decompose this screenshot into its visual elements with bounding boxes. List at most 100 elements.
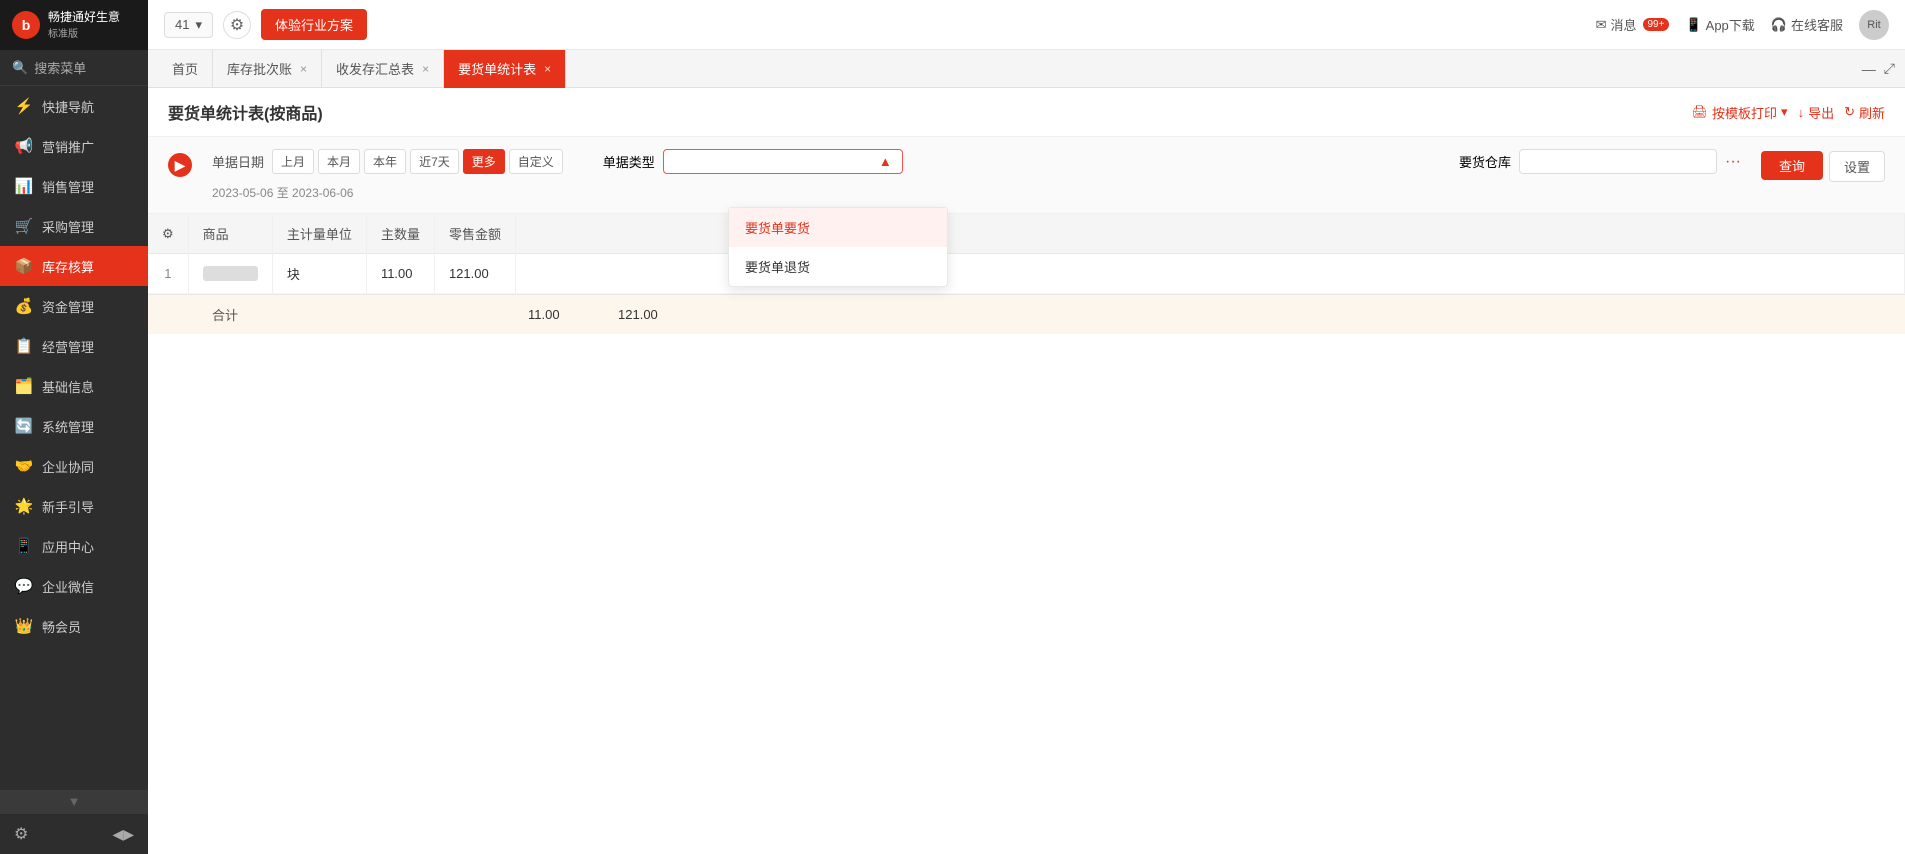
tab-receivable-summary-close[interactable]: ×	[422, 62, 429, 76]
headset-icon: 🎧	[1771, 17, 1787, 33]
nav-label-quick-nav: 快捷导航	[42, 97, 94, 116]
product-blurred: ██████	[203, 266, 258, 281]
table-row: 1 ██████ 块 11.00 121.00	[148, 254, 1905, 294]
nav-label-operation: 经营管理	[42, 337, 94, 356]
industry-btn[interactable]: 体验行业方案	[261, 9, 367, 40]
sidebar-scroll-down[interactable]: ▼	[0, 790, 148, 813]
nav-label-appstore: 应用中心	[42, 537, 94, 556]
last-7days-btn[interactable]: 近7天	[410, 149, 459, 174]
this-year-btn[interactable]: 本年	[364, 149, 406, 174]
nav-label-system: 系统管理	[42, 417, 94, 436]
tab-order-summary-close[interactable]: ×	[544, 62, 551, 76]
nav-icon-operation: 📋	[14, 336, 34, 356]
gear-button[interactable]: ⚙	[223, 11, 251, 39]
table-container: ⚙ 商品 主计量单位 主数量 零售金额 1 ██████ 块 11.00 121…	[148, 214, 1905, 294]
warehouse-filter-group: 要货仓库 ···	[1459, 149, 1741, 174]
sidebar-item-wechat[interactable]: 💬 企业微信	[0, 566, 148, 606]
refresh-btn[interactable]: ↻ 刷新	[1844, 103, 1885, 122]
custom-date-btn[interactable]: 自定义	[509, 149, 563, 174]
app-download-label: App下载	[1706, 15, 1755, 34]
sidebar-item-marketing[interactable]: 📢 营销推广	[0, 126, 148, 166]
tab-inventory-batch-close[interactable]: ×	[300, 62, 307, 76]
main-area: 41 ▾ ⚙ 体验行业方案 ✉ 消息 99+ 📱 App下载 🎧 在线客服	[148, 0, 1905, 854]
logo-title: 畅捷通好生意	[48, 10, 120, 26]
cell-amount: 121.00	[434, 254, 515, 294]
export-btn[interactable]: ↓ 导出	[1798, 103, 1835, 122]
type-filter-label: 单据类型	[603, 152, 655, 171]
sidebar-item-enterprise[interactable]: 🤝 企业协同	[0, 446, 148, 486]
store-selector[interactable]: 41 ▾	[164, 12, 213, 38]
tabs-minimize-icon[interactable]: —	[1862, 61, 1876, 77]
tab-receivable-summary-label: 收发存汇总表	[336, 59, 414, 78]
nav-icon-appstore: 📱	[14, 536, 34, 556]
sidebar-item-finance[interactable]: 💰 资金管理	[0, 286, 148, 326]
sidebar: b 畅捷通好生意 标准版 🔍 搜索菜单 ⚡ 快捷导航 📢 营销推广 📊 销售管理…	[0, 0, 148, 854]
sidebar-item-operation[interactable]: 📋 经营管理	[0, 326, 148, 366]
filter-action-btns: 查询 设置	[1761, 149, 1885, 182]
export-icon: ↓	[1798, 105, 1805, 120]
print-dropdown-icon: ▾	[1781, 104, 1788, 120]
sidebar-item-sales[interactable]: 📊 销售管理	[0, 166, 148, 206]
app-download-button[interactable]: 📱 App下载	[1685, 15, 1754, 34]
tab-inventory-batch[interactable]: 库存批次账 ×	[213, 50, 322, 88]
set-btn[interactable]: 设置	[1829, 151, 1885, 182]
logo-icon: b	[12, 11, 40, 39]
warehouse-input[interactable]	[1519, 149, 1717, 174]
sidebar-bottom: ⚙ ◀▶	[0, 813, 148, 854]
tabs-expand-icon[interactable]: ⤢	[1884, 60, 1895, 77]
message-icon: ✉	[1596, 17, 1607, 33]
total-quantity: 11.00	[528, 307, 608, 322]
tab-home[interactable]: 首页	[158, 50, 213, 88]
sidebar-item-appstore[interactable]: 📱 应用中心	[0, 526, 148, 566]
nav-icon-sales: 📊	[14, 176, 34, 196]
col-product: 商品	[188, 214, 272, 254]
page-content: 要货单统计表(按商品) 🖨 按模板打印 ▾ ↓ 导出 ↻ 刷新 ▶	[148, 88, 1905, 854]
nav-icon-basic: 🗂️	[14, 376, 34, 396]
nav-label-wechat: 企业微信	[42, 577, 94, 596]
dropdown-item-yaohuo[interactable]: 要货单要货	[729, 208, 947, 247]
cell-product: ██████	[188, 254, 272, 294]
print-template-btn[interactable]: 🖨 按模板打印 ▾	[1692, 103, 1788, 122]
query-btn[interactable]: 查询	[1761, 151, 1823, 180]
cell-extra	[515, 254, 1904, 294]
cell-quantity: 11.00	[366, 254, 434, 294]
nav-label-purchase: 采购管理	[42, 217, 94, 236]
tab-home-label: 首页	[172, 59, 198, 78]
online-service-button[interactable]: 🎧 在线客服	[1771, 15, 1843, 34]
sidebar-item-members[interactable]: 👑 畅会员	[0, 606, 148, 646]
sidebar-item-purchase[interactable]: 🛒 采购管理	[0, 206, 148, 246]
user-avatar[interactable]: Rit	[1859, 10, 1889, 40]
type-chevron-icon: ▲	[879, 154, 892, 169]
type-dropdown[interactable]: ▲	[663, 149, 903, 174]
sidebar-item-quick-nav[interactable]: ⚡ 快捷导航	[0, 86, 148, 126]
collapse-icon[interactable]: ◀▶	[112, 826, 134, 843]
sidebar-item-newbie[interactable]: 🌟 新手引导	[0, 486, 148, 526]
sidebar-item-basic[interactable]: 🗂️ 基础信息	[0, 366, 148, 406]
tab-receivable-summary[interactable]: 收发存汇总表 ×	[322, 50, 444, 88]
settings-icon[interactable]: ⚙	[14, 824, 28, 844]
date-filter-group: 单据日期 上月 本月 本年 近7天 更多 自定义	[212, 149, 563, 174]
sidebar-item-system[interactable]: 🔄 系统管理	[0, 406, 148, 446]
this-month-btn[interactable]: 本月	[318, 149, 360, 174]
last-month-btn[interactable]: 上月	[272, 149, 314, 174]
filter-expand-btn[interactable]: ▶	[168, 153, 192, 177]
col-extra	[515, 214, 1904, 254]
nav-icon-purchase: 🛒	[14, 216, 34, 236]
col-settings[interactable]: ⚙	[148, 214, 188, 254]
total-label: 合计	[212, 305, 238, 324]
nav-icon-newbie: 🌟	[14, 496, 34, 516]
dropdown-item-tuihuo[interactable]: 要货单退货	[729, 247, 947, 286]
message-button[interactable]: ✉ 消息 99+	[1596, 15, 1670, 34]
col-quantity: 主数量	[366, 214, 434, 254]
date-range-display: 2023-05-06 至 2023-06-06	[212, 184, 563, 201]
sidebar-search-row[interactable]: 🔍 搜索菜单	[0, 50, 148, 86]
nav-icon-finance: 💰	[14, 296, 34, 316]
filter-area: ▶ 单据日期 上月 本月 本年 近7天 更多 自定义 2023-05-06 至 …	[148, 137, 1905, 214]
tab-order-summary[interactable]: 要货单统计表 ×	[444, 50, 566, 88]
data-table: ⚙ 商品 主计量单位 主数量 零售金额 1 ██████ 块 11.00 121…	[148, 214, 1905, 294]
warehouse-more-btn[interactable]: ···	[1725, 153, 1741, 171]
store-name: 41	[175, 17, 189, 32]
more-dates-btn[interactable]: 更多	[463, 149, 505, 174]
sidebar-item-inventory[interactable]: 📦 库存核算	[0, 246, 148, 286]
col-unit: 主计量单位	[272, 214, 366, 254]
